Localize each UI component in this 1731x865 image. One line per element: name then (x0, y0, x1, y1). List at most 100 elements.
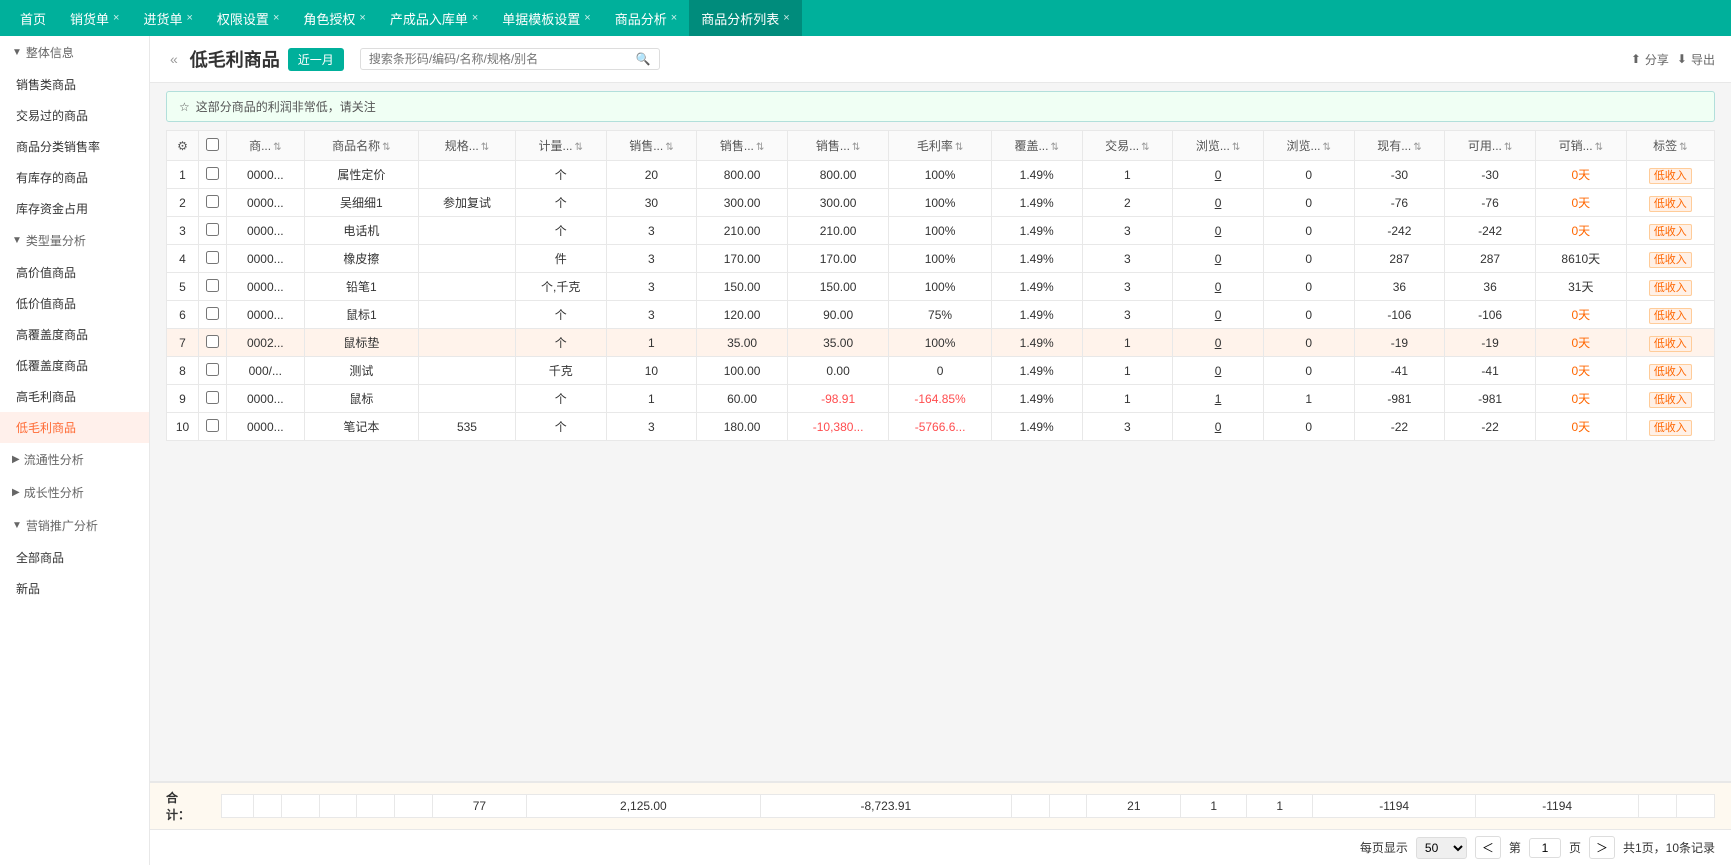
col-views1[interactable]: 浏览...⇅ (1173, 131, 1264, 161)
sidebar-item-all-products[interactable]: 全部商品 (0, 542, 149, 573)
row-current-stock: 287 (1354, 245, 1445, 273)
export-icon: ⬇ (1677, 52, 1687, 66)
col-unit[interactable]: 计量...⇅ (515, 131, 606, 161)
row-views1[interactable]: 0 (1173, 413, 1264, 441)
col-available[interactable]: 可用...⇅ (1445, 131, 1536, 161)
nav-product-analysis-close[interactable]: × (671, 12, 677, 24)
row-checkbox[interactable] (199, 413, 227, 441)
row-checkbox[interactable] (199, 301, 227, 329)
nav-sales-order-close[interactable]: × (113, 12, 119, 24)
nav-sales-order[interactable]: 销货单 × (58, 0, 131, 36)
page-size-select[interactable]: 10 20 50 100 (1416, 837, 1467, 859)
row-views1[interactable]: 0 (1173, 357, 1264, 385)
col-views2[interactable]: 浏览...⇅ (1263, 131, 1354, 161)
row-views1[interactable]: 0 (1173, 245, 1264, 273)
row-views1[interactable]: 1 (1173, 385, 1264, 413)
row-checkbox[interactable] (199, 329, 227, 357)
col-tag[interactable]: 标签⇅ (1626, 131, 1714, 161)
row-unit: 个 (515, 329, 606, 357)
select-all-checkbox[interactable] (206, 138, 219, 151)
col-transactions[interactable]: 交易...⇅ (1082, 131, 1173, 161)
row-checkbox[interactable] (199, 161, 227, 189)
row-checkbox[interactable] (199, 357, 227, 385)
row-views1[interactable]: 0 (1173, 329, 1264, 357)
col-sales-price[interactable]: 销售...⇅ (697, 131, 788, 161)
nav-product-inbound[interactable]: 产成品入库单 × (378, 0, 490, 36)
row-gross-margin: 100% (889, 189, 992, 217)
sidebar-group-marketing[interactable]: ▼ 营销推广分析 (0, 509, 149, 542)
nav-role-auth[interactable]: 角色授权 × (291, 0, 377, 36)
row-checkbox[interactable] (199, 385, 227, 413)
row-views1[interactable]: 0 (1173, 273, 1264, 301)
sidebar-item-category-rate[interactable]: 商品分类销售率 (0, 131, 149, 162)
row-sales-price: 300.00 (697, 189, 788, 217)
sidebar-item-high-margin[interactable]: 高毛利商品 (0, 381, 149, 412)
col-spec[interactable]: 规格...⇅ (419, 131, 516, 161)
row-checkbox[interactable] (199, 217, 227, 245)
share-button[interactable]: ⬆ 分享 (1631, 51, 1669, 68)
col-sales-qty[interactable]: 销售...⇅ (606, 131, 697, 161)
page-number-input[interactable] (1529, 838, 1561, 858)
sidebar-collapse-button[interactable]: « (166, 51, 182, 67)
sidebar-group-flow[interactable]: ▶ 流通性分析 (0, 443, 149, 476)
nav-purchase-order[interactable]: 进货单 × (131, 0, 204, 36)
row-current-stock: -242 (1354, 217, 1445, 245)
row-sales-price: 120.00 (697, 301, 788, 329)
col-name[interactable]: 商品名称⇅ (304, 131, 418, 161)
sidebar-item-high-value[interactable]: 高价值商品 (0, 257, 149, 288)
prev-page-button[interactable]: ＜ (1475, 836, 1501, 859)
sidebar-item-sales-products[interactable]: 销售类商品 (0, 69, 149, 100)
row-checkbox[interactable] (199, 273, 227, 301)
col-gross-margin[interactable]: 毛利率⇅ (889, 131, 992, 161)
footer-views2: 1 (1247, 795, 1313, 818)
row-transactions: 1 (1082, 329, 1173, 357)
search-input[interactable] (369, 52, 636, 66)
nav-template-settings-close[interactable]: × (584, 12, 590, 24)
sidebar-item-new-products[interactable]: 新品 (0, 573, 149, 604)
col-sales-amount[interactable]: 销售...⇅ (787, 131, 888, 161)
sidebar-item-stock-funds[interactable]: 库存资金占用 (0, 193, 149, 224)
sidebar-item-low-margin[interactable]: 低毛利商品 (0, 412, 149, 443)
row-checkbox[interactable] (199, 189, 227, 217)
nav-product-analysis-list-close[interactable]: × (783, 12, 789, 24)
sidebar-item-in-stock[interactable]: 有库存的商品 (0, 162, 149, 193)
row-name: 属性定价 (304, 161, 418, 189)
col-code[interactable]: 商...⇅ (227, 131, 305, 161)
sidebar-group-growth[interactable]: ▶ 成长性分析 (0, 476, 149, 509)
nav-product-inbound-close[interactable]: × (472, 12, 478, 24)
row-views1[interactable]: 0 (1173, 161, 1264, 189)
row-checkbox[interactable] (199, 245, 227, 273)
nav-home[interactable]: 首页 (8, 0, 58, 36)
col-current-stock[interactable]: 现有...⇅ (1354, 131, 1445, 161)
sidebar-group-type-analysis[interactable]: ▼ 类型量分析 (0, 224, 149, 257)
sidebar-group-overall[interactable]: ▼ 整体信息 (0, 36, 149, 69)
row-sales-price: 180.00 (697, 413, 788, 441)
row-views1[interactable]: 0 (1173, 301, 1264, 329)
search-icon[interactable]: 🔍 (636, 52, 651, 66)
export-button[interactable]: ⬇ 导出 (1677, 51, 1715, 68)
row-unit: 个 (515, 385, 606, 413)
nav-product-analysis-list[interactable]: 商品分析列表 × (689, 0, 801, 36)
nav-role-auth-close[interactable]: × (359, 12, 365, 24)
footer-current-stock: -1194 (1313, 795, 1476, 818)
nav-template-settings[interactable]: 单据模板设置 × (490, 0, 602, 36)
col-checkbox[interactable] (199, 131, 227, 161)
col-sellable[interactable]: 可销...⇅ (1535, 131, 1626, 161)
col-coverage[interactable]: 覆盖...⇅ (991, 131, 1082, 161)
col-settings[interactable]: ⚙ (167, 131, 199, 161)
nav-product-analysis[interactable]: 商品分析 × (603, 0, 689, 36)
row-views1[interactable]: 0 (1173, 217, 1264, 245)
sidebar-item-low-value[interactable]: 低价值商品 (0, 288, 149, 319)
nav-permission-settings[interactable]: 权限设置 × (205, 0, 291, 36)
row-views1[interactable]: 0 (1173, 189, 1264, 217)
sidebar-item-traded-products[interactable]: 交易过的商品 (0, 100, 149, 131)
sidebar-item-low-coverage[interactable]: 低覆盖度商品 (0, 350, 149, 381)
nav-purchase-order-close[interactable]: × (186, 12, 192, 24)
row-sellable: 0天 (1535, 329, 1626, 357)
row-code: 0000... (227, 161, 305, 189)
row-sales-amount: 170.00 (787, 245, 888, 273)
date-filter-button[interactable]: 近一月 (288, 48, 344, 71)
next-page-button[interactable]: ＞ (1589, 836, 1615, 859)
sidebar-item-high-coverage[interactable]: 高覆盖度商品 (0, 319, 149, 350)
nav-permission-settings-close[interactable]: × (273, 12, 279, 24)
